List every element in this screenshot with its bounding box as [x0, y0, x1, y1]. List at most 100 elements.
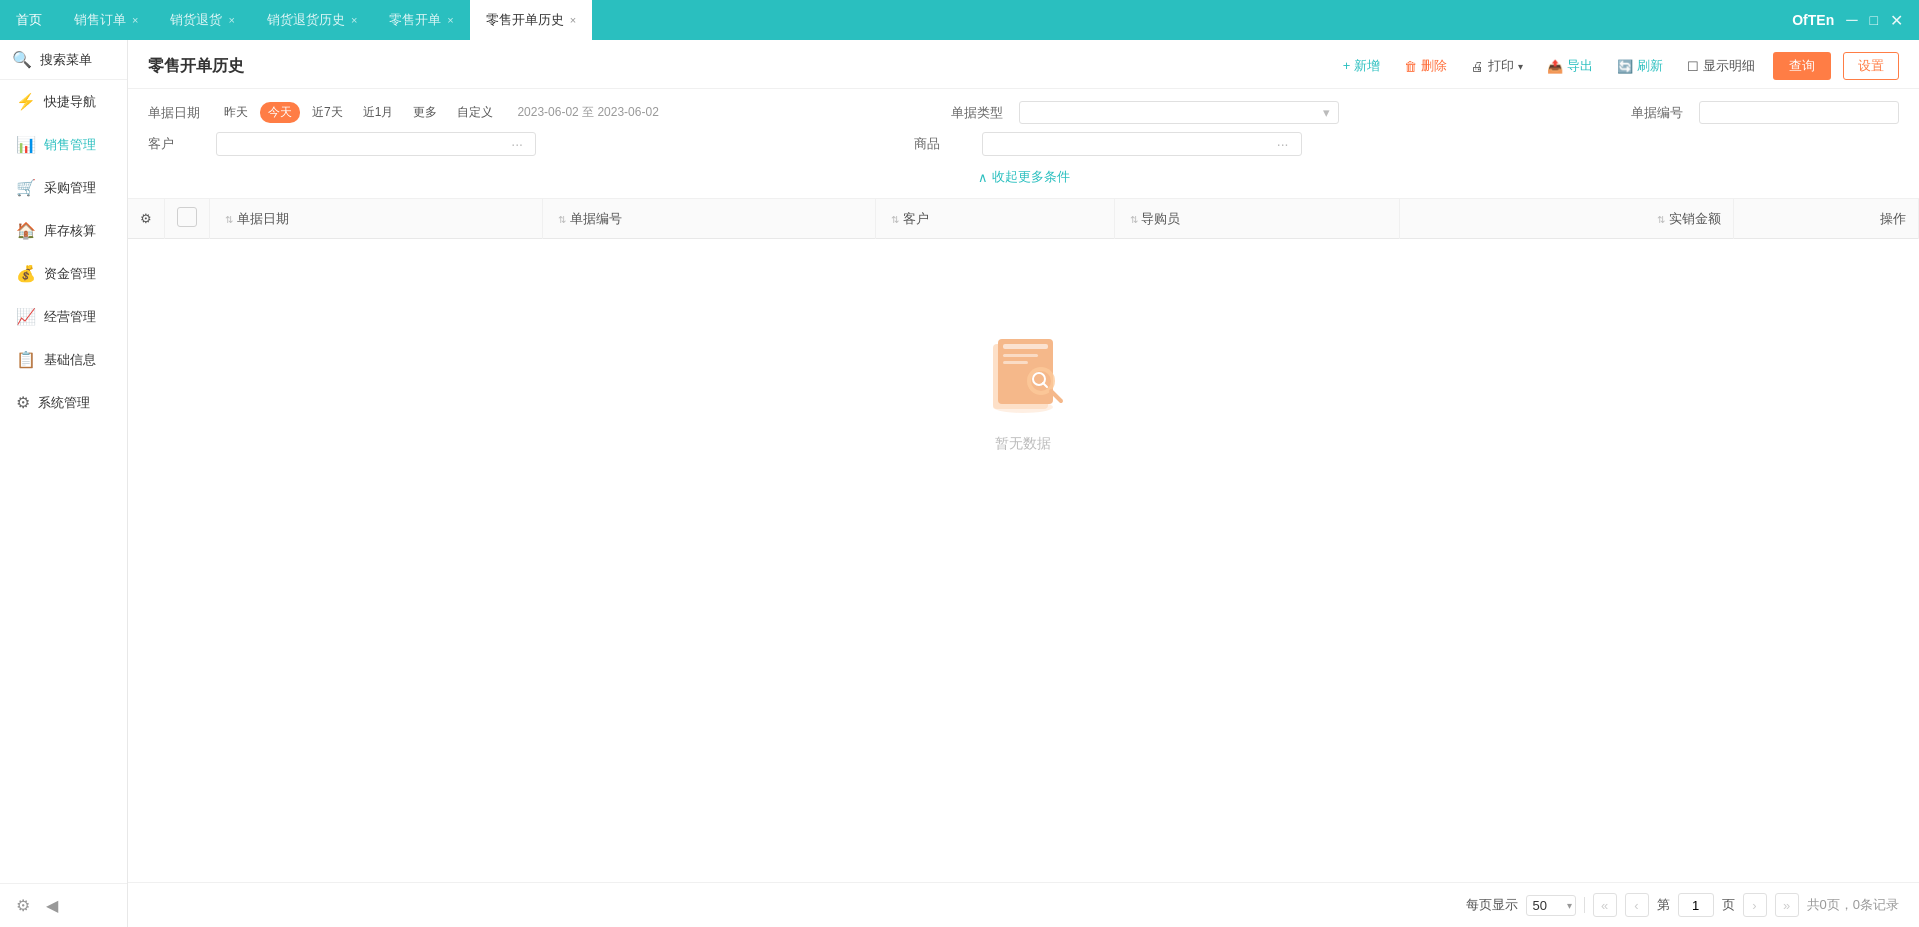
date-range-display: 2023-06-02 至 2023-06-02	[517, 104, 658, 121]
table-settings-icon[interactable]: ⚙	[140, 211, 152, 226]
setting-button[interactable]: 设置	[1843, 52, 1899, 80]
sidebar-settings-icon[interactable]: ⚙	[16, 896, 30, 915]
sidebar-item-operations[interactable]: 📈 经营管理	[0, 295, 127, 338]
search-icon: 🔍	[12, 50, 32, 69]
th-customer: ⇅ 客户	[876, 199, 1115, 239]
page-size-wrapper: 10 20 50 100	[1526, 895, 1576, 916]
tab-sales-order-close[interactable]: ×	[132, 14, 138, 26]
export-icon: 📤	[1547, 59, 1563, 74]
customer-dots-icon: ···	[511, 136, 523, 152]
tab-home[interactable]: 首页	[0, 0, 58, 40]
filter-row-1: 单据日期 昨天 今天 近7天 近1月 更多 自定义 2023-06-02 至 2…	[148, 101, 1899, 124]
collapse-button[interactable]: ∧ 收起更多条件	[978, 168, 1070, 186]
empty-illustration	[973, 319, 1073, 419]
minimize-btn[interactable]: ─	[1846, 11, 1857, 29]
print-icon: 🖨	[1471, 59, 1484, 74]
sidebar-collapse-icon[interactable]: ◀	[46, 896, 58, 915]
tab-sales-return-history-close[interactable]: ×	[351, 14, 357, 26]
maximize-btn[interactable]: □	[1870, 12, 1878, 28]
tab-sales-order[interactable]: 销售订单 ×	[58, 0, 154, 40]
page-indicator: 第	[1657, 896, 1670, 914]
checkbox-icon: ☐	[1687, 59, 1699, 74]
total-info: 共0页，0条记录	[1807, 896, 1899, 914]
empty-state: 暂无数据	[128, 239, 1919, 533]
tab-retail-open-close[interactable]: ×	[447, 14, 453, 26]
print-button[interactable]: 🖨 打印 ▾	[1465, 53, 1529, 79]
sidebar-item-purchase-mgmt-label: 采购管理	[44, 179, 96, 197]
tab-retail-open-history[interactable]: 零售开单历史 ×	[470, 0, 592, 40]
select-all-checkbox[interactable]	[177, 207, 197, 227]
print-chevron-icon: ▾	[1518, 61, 1523, 72]
th-order-no-sort-icon[interactable]: ⇅	[558, 214, 566, 225]
sidebar-item-finance[interactable]: 💰 资金管理	[0, 252, 127, 295]
sidebar-item-sales-mgmt[interactable]: 📊 销售管理	[0, 123, 127, 166]
refresh-button[interactable]: 🔄 刷新	[1611, 53, 1669, 79]
date-btn-yesterday[interactable]: 昨天	[216, 102, 256, 123]
finance-icon: 💰	[16, 264, 36, 283]
sidebar-item-inventory[interactable]: 🏠 库存核算	[0, 209, 127, 252]
last-page-button[interactable]: »	[1775, 893, 1799, 917]
first-page-button[interactable]: «	[1593, 893, 1617, 917]
system-mgmt-icon: ⚙	[16, 393, 30, 412]
customer-filter-label: 客户	[148, 135, 204, 153]
filter-row-2: 客户 ··· 商品 ···	[148, 132, 1899, 156]
svg-rect-3	[1003, 344, 1048, 349]
sidebar-item-finance-label: 资金管理	[44, 265, 96, 283]
th-salesperson-sort-icon[interactable]: ⇅	[1130, 214, 1138, 225]
collapse-label: 收起更多条件	[992, 168, 1070, 186]
query-button[interactable]: 查询	[1773, 52, 1831, 80]
th-date-sort-icon[interactable]: ⇅	[225, 214, 233, 225]
date-btn-today[interactable]: 今天	[260, 102, 300, 123]
th-amount-sort-icon[interactable]: ⇅	[1657, 214, 1665, 225]
date-btn-7days[interactable]: 近7天	[304, 102, 351, 123]
export-button[interactable]: 📤 导出	[1541, 53, 1599, 79]
print-label: 打印	[1488, 57, 1514, 75]
sidebar-item-quick-nav[interactable]: ⚡ 快捷导航	[0, 80, 127, 123]
page-number-input[interactable]	[1678, 893, 1714, 917]
pagination-divider	[1584, 897, 1585, 913]
goods-select[interactable]: ···	[982, 132, 1302, 156]
th-salesperson-label: 导购员	[1141, 211, 1180, 226]
th-amount-label: 实销金额	[1669, 211, 1721, 226]
tab-retail-open[interactable]: 零售开单 ×	[373, 0, 469, 40]
th-actions: 操作	[1733, 199, 1918, 239]
pagination: 每页显示 10 20 50 100 « ‹ 第 页 › » 共0页，0条记录	[128, 882, 1919, 927]
page-title: 零售开单历史	[148, 56, 244, 77]
tab-sales-return-label: 销货退货	[170, 11, 222, 29]
th-customer-sort-icon[interactable]: ⇅	[891, 214, 899, 225]
tab-sales-return-close[interactable]: ×	[228, 14, 234, 26]
add-button[interactable]: + 新增	[1337, 53, 1386, 79]
sidebar-search[interactable]: 🔍 搜索菜单	[0, 40, 127, 80]
date-filter-label: 单据日期	[148, 104, 204, 122]
order-type-select[interactable]: ▾	[1019, 101, 1339, 124]
goods-dots-icon: ···	[1277, 136, 1289, 152]
sidebar-item-system-mgmt[interactable]: ⚙ 系统管理	[0, 381, 127, 424]
tab-sales-return[interactable]: 销货退货 ×	[154, 0, 250, 40]
content-area: 零售开单历史 + 新增 🗑 删除 🖨 打印 ▾ 📤 导出 🔄	[128, 40, 1919, 927]
sales-mgmt-icon: 📊	[16, 135, 36, 154]
tab-sales-return-history[interactable]: 销货退货历史 ×	[251, 0, 373, 40]
date-btn-more[interactable]: 更多	[405, 102, 445, 123]
page-size-select[interactable]: 10 20 50 100	[1526, 895, 1576, 916]
main-layout: 🔍 搜索菜单 ⚡ 快捷导航 📊 销售管理 🛒 采购管理 🏠 库存核算 💰 资金管…	[0, 40, 1919, 927]
date-btn-custom[interactable]: 自定义	[449, 102, 501, 123]
th-amount: ⇅ 实销金额	[1400, 199, 1733, 239]
order-no-input[interactable]	[1699, 101, 1899, 124]
tab-sales-order-label: 销售订单	[74, 11, 126, 29]
display-detail-button[interactable]: ☐ 显示明细	[1681, 53, 1761, 79]
next-page-button[interactable]: ›	[1743, 893, 1767, 917]
th-actions-label: 操作	[1880, 211, 1906, 226]
th-checkbox[interactable]	[165, 199, 210, 239]
sidebar-item-base-info[interactable]: 📋 基础信息	[0, 338, 127, 381]
delete-button[interactable]: 🗑 删除	[1398, 53, 1453, 79]
th-setting[interactable]: ⚙	[128, 199, 165, 239]
tab-retail-open-history-close[interactable]: ×	[570, 14, 576, 26]
page-size-label: 每页显示	[1466, 896, 1518, 914]
delete-icon: 🗑	[1404, 59, 1417, 74]
prev-page-button[interactable]: ‹	[1625, 893, 1649, 917]
close-btn[interactable]: ✕	[1890, 11, 1903, 30]
sidebar-item-purchase-mgmt[interactable]: 🛒 采购管理	[0, 166, 127, 209]
date-btn-1month[interactable]: 近1月	[355, 102, 402, 123]
th-date-label: 单据日期	[237, 211, 289, 226]
customer-select[interactable]: ···	[216, 132, 536, 156]
